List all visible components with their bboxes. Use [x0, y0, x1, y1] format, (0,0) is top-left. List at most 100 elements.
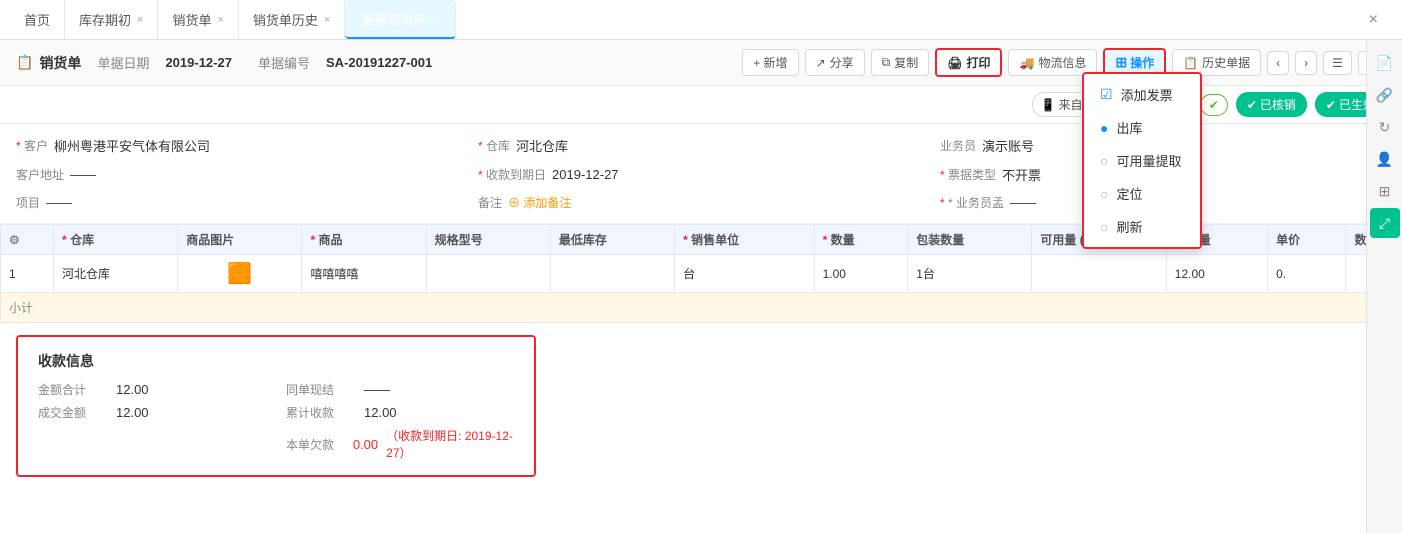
th-warehouse: 仓库 — [54, 225, 178, 255]
refresh-icon: ○ — [1100, 219, 1108, 235]
sidebar-refresh-icon[interactable]: ↻ — [1370, 112, 1400, 142]
share-label: 分享 — [830, 54, 854, 71]
warehouse-row: 仓库 河北仓库 — [478, 136, 924, 155]
confirm-label: ✔ — [1209, 98, 1219, 112]
tab-inventory-init[interactable]: 库存期初 × — [65, 0, 158, 39]
tab-view-sales-close[interactable]: × — [432, 13, 438, 25]
tab-bar: 首页 库存期初 × 销货单 × 销货单历史 × 查看销货单 × × — [0, 0, 1402, 40]
tab-sales-history[interactable]: 销货单历史 × — [239, 0, 345, 39]
sidebar-grid-icon[interactable]: ⊞ — [1370, 176, 1400, 206]
row-qty: 1.00 — [814, 255, 908, 293]
confirm-button[interactable]: ✔ — [1200, 94, 1228, 116]
add-remark-btn[interactable]: ⊕ 添加备注 — [508, 194, 571, 211]
th-minstock: 最低库存 — [550, 225, 674, 255]
locate-label: 定位 — [1116, 184, 1142, 203]
row-available — [1032, 255, 1166, 293]
customer-label: 客户 — [16, 137, 48, 154]
toolbar-actions: + 新增 ↗ 分享 ⧉ 复制 🖨 打印 🚚 物流信息 ⊞ 操作 � — [742, 48, 1386, 77]
sidebar-expand-icon[interactable]: ⤢ — [1370, 208, 1400, 238]
available-extract-label: 可用量提取 — [1116, 151, 1181, 170]
th-qty: * 数量 — [814, 225, 908, 255]
history-label: 历史单据 — [1202, 54, 1250, 71]
doc-title-text: 销货单 — [39, 53, 81, 73]
outbound-radio-icon: ● — [1100, 120, 1108, 136]
customer-value: 柳州粤港平安气体有限公司 — [54, 136, 210, 155]
tab-sales-close[interactable]: × — [217, 14, 223, 26]
doc-title-icon: 📋 — [16, 54, 33, 71]
duedate-label: 收款到期日 — [478, 166, 546, 183]
duedate-value: 2019-12-27 — [552, 167, 619, 182]
operation-label: 操作 — [1130, 54, 1154, 71]
amount-total-row: 金额合计 12.00 — [38, 381, 266, 398]
salesperson-label: * 业务员孟 — [940, 194, 1004, 211]
row-current: 12.00 — [1166, 255, 1267, 293]
same-order-label: 同单现结 — [286, 381, 356, 398]
duedate-row: 收款到期日 2019-12-27 — [478, 165, 924, 184]
locate-item[interactable]: ○ 定位 — [1084, 177, 1200, 210]
operation-grid-icon: ⊞ — [1115, 54, 1127, 71]
doc-date-label: 单据日期 — [97, 53, 149, 72]
phone-icon: 📱 — [1041, 98, 1056, 112]
tab-inventory-close[interactable]: × — [137, 14, 143, 26]
tab-sales-order[interactable]: 销货单 × — [158, 0, 238, 39]
share-button[interactable]: ↗ 分享 — [805, 49, 865, 76]
amount-total-label: 金额合计 — [38, 381, 108, 398]
prev-button[interactable]: ‹ — [1267, 51, 1289, 75]
copy-label: 复制 — [894, 54, 918, 71]
row-warehouse: 河北仓库 — [54, 255, 178, 293]
tab-home[interactable]: 首页 — [10, 0, 65, 39]
row-no: 1 — [1, 255, 54, 293]
settings-icon[interactable]: ⚙ — [9, 233, 20, 247]
sidebar-person-icon[interactable]: 👤 — [1370, 144, 1400, 174]
tab-view-sales[interactable]: 查看销货单 × — [345, 0, 455, 39]
sold-button[interactable]: ✔ 已核销 — [1236, 92, 1307, 117]
add-invoice-item[interactable]: ☑ 添加发票 — [1084, 78, 1200, 111]
print-button[interactable]: 🖨 打印 — [935, 48, 1002, 77]
summary-label: 小计 — [1, 293, 1402, 323]
tab-history-close[interactable]: × — [324, 14, 330, 26]
address-row: 客户地址 —— — [16, 165, 462, 184]
sidebar-doc-icon[interactable]: 📄 — [1370, 48, 1400, 78]
window-close-btn[interactable]: × — [1355, 11, 1392, 29]
payment-box: 收款信息 金额合计 12.00 同单现结 —— 成交金额 12.00 累计收款 … — [16, 335, 536, 477]
row-minstock — [550, 255, 674, 293]
add-invoice-label: 添加发票 — [1121, 85, 1173, 104]
warehouse-th-label: 仓库 — [62, 233, 94, 247]
summary-row: 小计 — [1, 293, 1402, 323]
available-extract-icon: ○ — [1100, 153, 1108, 169]
row-spec — [426, 255, 550, 293]
logistics-label: 物流信息 — [1038, 54, 1086, 71]
payment-grid: 金额合计 12.00 同单现结 —— 成交金额 12.00 累计收款 12.00… — [38, 381, 514, 461]
cumulative-received-label: 累计收款 — [286, 404, 356, 421]
available-extract-item[interactable]: ○ 可用量提取 — [1084, 144, 1200, 177]
doc-date-value: 2019-12-27 — [165, 55, 232, 70]
add-button[interactable]: + 新增 — [742, 49, 798, 76]
doc-meta: 单据日期 2019-12-27 单据编号 SA-20191227-001 — [97, 53, 432, 72]
salesperson-value: —— — [1010, 195, 1036, 210]
doc-number-label: 单据编号 — [258, 53, 310, 72]
th-product: * 商品 — [302, 225, 426, 255]
share-icon: ↗ — [816, 56, 826, 70]
next-button[interactable]: › — [1295, 51, 1317, 75]
project-label: 项目 — [16, 194, 40, 211]
owed-label: 本单欠款 — [286, 436, 345, 453]
warehouse-value: 河北仓库 — [516, 136, 568, 155]
refresh-label: 刷新 — [1116, 217, 1142, 236]
copy-button[interactable]: ⧉ 复制 — [871, 49, 930, 76]
row-price: 0. — [1268, 255, 1346, 293]
list-view-button[interactable]: ☰ — [1323, 51, 1352, 75]
sidebar-link-icon[interactable]: 🔗 — [1370, 80, 1400, 110]
refresh-item[interactable]: ○ 刷新 — [1084, 210, 1200, 243]
history-icon: 📋 — [1183, 56, 1198, 70]
deal-amount-label: 成交金额 — [38, 404, 108, 421]
locate-icon: ○ — [1100, 186, 1108, 202]
doc-title: 📋 销货单 — [16, 53, 81, 73]
add-invoice-checkbox-icon: ☑ — [1100, 86, 1113, 103]
print-label: 打印 — [966, 54, 990, 71]
tab-home-label: 首页 — [24, 10, 50, 29]
outbound-item[interactable]: ● 出库 — [1084, 111, 1200, 144]
sold-label: 已核销 — [1260, 96, 1296, 113]
th-packqty: 包装数量 — [908, 225, 1032, 255]
tab-inventory-label: 库存期初 — [79, 10, 131, 29]
copy-icon: ⧉ — [882, 55, 891, 70]
